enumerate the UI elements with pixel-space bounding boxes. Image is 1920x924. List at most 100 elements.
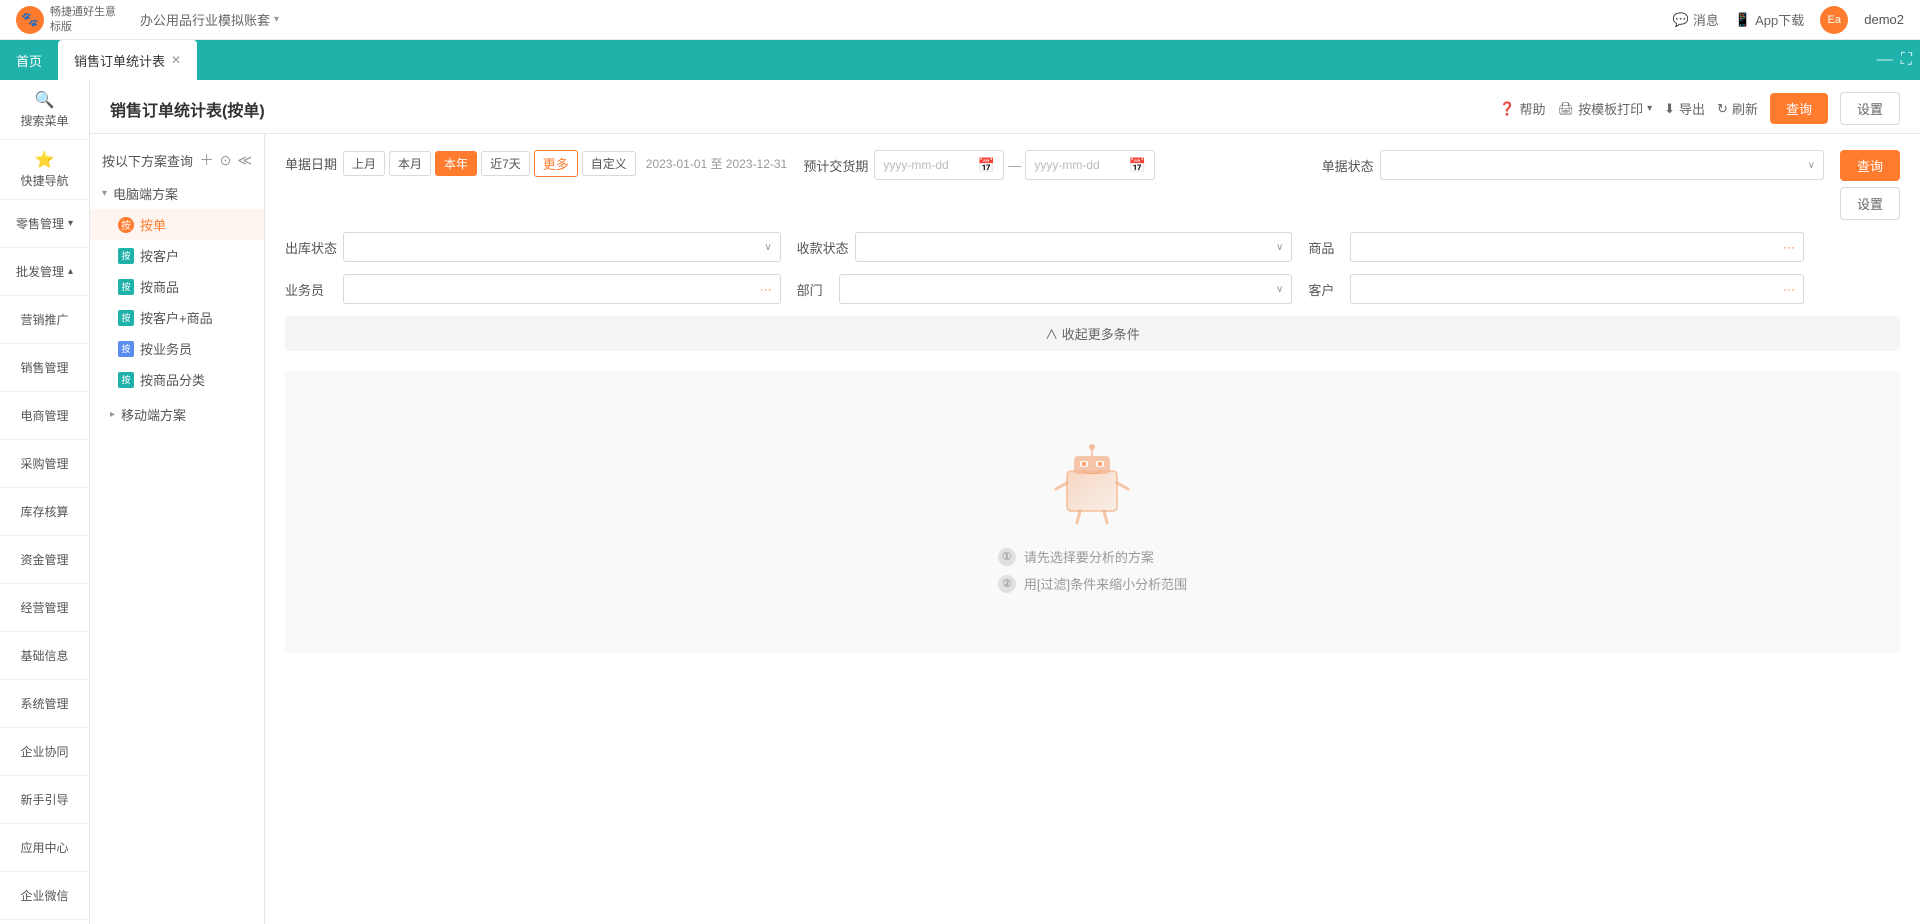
main-layout: 🔍 搜索菜单 ⭐ 快捷导航 零售管理 ▾ 批发管理 ▴ 营销推广 销售管理 电商…: [0, 80, 1920, 924]
tab-close-icon[interactable]: ✕: [171, 53, 181, 67]
salesperson-input[interactable]: ···: [343, 274, 781, 304]
sidebar-item-member[interactable]: 畅会员: [0, 920, 89, 924]
tree-item-by-goods[interactable]: 按 按商品: [90, 271, 264, 302]
tip-num-1: ①: [998, 548, 1016, 566]
delivery-date-to[interactable]: yyyy-mm-dd 📅: [1025, 150, 1155, 180]
status-select[interactable]: ∨: [1380, 150, 1824, 180]
payment-select[interactable]: ∨: [855, 232, 1293, 262]
tab-home[interactable]: 首页: [0, 40, 58, 80]
tree-parent-desktop[interactable]: ▾ 电脑端方案: [90, 178, 264, 209]
by-order-icon: 按: [118, 217, 134, 233]
username-label: demo2: [1864, 12, 1904, 27]
customer-input[interactable]: ···: [1350, 274, 1804, 304]
out-status-select[interactable]: ∨: [343, 232, 781, 262]
empty-illustration: [1042, 431, 1142, 531]
tip-1: ① 请先选择要分析的方案: [998, 547, 1187, 566]
page-header: 销售订单统计表(按单) ❓ 帮助 🖨 按模板打印 ▾ ⬇ 导出 ↻ 刷新: [90, 80, 1920, 134]
header-right: 💬 消息 📱 App下载 Ea demo2: [1673, 6, 1904, 34]
sidebar-item-guide[interactable]: 新手引导: [0, 776, 89, 824]
content-area: 销售订单统计表(按单) ❓ 帮助 🖨 按模板打印 ▾ ⬇ 导出 ↻ 刷新: [90, 80, 1920, 924]
message-btn[interactable]: 💬 消息: [1673, 10, 1719, 29]
query-button-2[interactable]: 查询: [1840, 150, 1900, 181]
tree-item-by-salesperson[interactable]: 按 按业务员: [90, 333, 264, 364]
by-customer-icon: 按: [118, 248, 134, 264]
out-status-arrow: ∨: [764, 242, 771, 253]
top-header: 🐾 畅捷通好生意 标版 办公用品行业模拟账套 ▾ 💬 消息 📱 App下载 Ea…: [0, 0, 1920, 40]
add-scheme-icon[interactable]: ＋: [200, 150, 214, 170]
collapse-bar[interactable]: ∧ 收起更多条件: [285, 316, 1900, 351]
user-avatar[interactable]: Ea: [1820, 6, 1848, 34]
sidebar-item-marketing[interactable]: 营销推广: [0, 296, 89, 344]
payment-arrow: ∨: [1276, 242, 1283, 253]
sidebar-item-ecommerce[interactable]: 电商管理: [0, 392, 89, 440]
department-arrow: ∨: [1276, 284, 1283, 295]
sidebar-item-app-center[interactable]: 应用中心: [0, 824, 89, 872]
dropdown-arrow-icon: ▾: [274, 14, 279, 25]
tab-bar: 首页 销售订单统计表 ✕ — ⛶: [0, 40, 1920, 80]
calendar-icon-to: 📅: [1129, 157, 1146, 174]
tree-item-by-category[interactable]: 按 按商品分类: [90, 364, 264, 395]
page-actions: ❓ 帮助 🖨 按模板打印 ▾ ⬇ 导出 ↻ 刷新 查询 设置: [1499, 92, 1900, 125]
this-month-btn[interactable]: 本月: [389, 151, 431, 176]
tree-mobile-group[interactable]: ▸ 移动端方案: [90, 399, 264, 430]
collapse-icon[interactable]: ≪: [237, 152, 252, 169]
app-download-btn[interactable]: 📱 App下载: [1735, 10, 1804, 29]
sidebar-item-retail[interactable]: 零售管理 ▾: [0, 200, 89, 248]
last-7-btn[interactable]: 近7天: [481, 151, 530, 176]
mobile-arrow-icon: ▸: [110, 409, 115, 420]
by-cg-icon: 按: [118, 310, 134, 326]
tab-sales-stats[interactable]: 销售订单统计表 ✕: [58, 40, 197, 80]
date-range-text: 2023-01-01 至 2023-12-31: [646, 155, 787, 172]
tree-item-by-customer[interactable]: 按 按客户: [90, 240, 264, 271]
department-label: 部门: [797, 280, 833, 299]
sidebar-item-sales[interactable]: 销售管理: [0, 344, 89, 392]
settings-scheme-icon[interactable]: ⊙: [220, 152, 232, 169]
goods-input[interactable]: ···: [1350, 232, 1804, 262]
sidebar: 🔍 搜索菜单 ⭐ 快捷导航 零售管理 ▾ 批发管理 ▴ 营销推广 销售管理 电商…: [0, 80, 90, 924]
sidebar-item-basic[interactable]: 基础信息: [0, 632, 89, 680]
help-btn[interactable]: ❓ 帮助: [1499, 99, 1545, 118]
delivery-date-from[interactable]: yyyy-mm-dd 📅: [874, 150, 1004, 180]
last-month-btn[interactable]: 上月: [343, 151, 385, 176]
tab-bar-actions: — ⛶: [1877, 51, 1920, 69]
department-select[interactable]: ∨: [839, 274, 1293, 304]
settings-button-2[interactable]: 设置: [1840, 187, 1900, 220]
industry-dropdown[interactable]: 办公用品行业模拟账套 ▾: [140, 10, 279, 29]
sidebar-item-finance[interactable]: 资金管理: [0, 536, 89, 584]
sidebar-item-purchase[interactable]: 采购管理: [0, 440, 89, 488]
sidebar-item-inventory[interactable]: 库存核算: [0, 488, 89, 536]
print-icon: 🖨: [1558, 101, 1575, 117]
this-year-btn[interactable]: 本年: [435, 151, 477, 176]
maximize-icon[interactable]: ⛶: [1901, 51, 1912, 69]
more-btn[interactable]: 更多: [534, 150, 578, 177]
sidebar-item-wechat[interactable]: 企业微信: [0, 872, 89, 920]
sidebar-item-enterprise[interactable]: 企业协同: [0, 728, 89, 776]
date-label: 单据日期: [285, 154, 337, 173]
customer-label: 客户: [1308, 280, 1344, 299]
tree-item-by-customer-goods[interactable]: 按 按客户+商品: [90, 302, 264, 333]
tree-desktop-group: ▾ 电脑端方案 按 按单 按 按客户 按 按商品: [90, 178, 264, 395]
status-arrow-icon: ∨: [1808, 160, 1815, 171]
tree-item-by-order[interactable]: 按 按单: [90, 209, 264, 240]
export-btn[interactable]: ⬇ 导出: [1664, 99, 1705, 118]
custom-btn[interactable]: 自定义: [582, 151, 636, 176]
tip-2: ② 用[过滤]条件来缩小分析范围: [998, 574, 1187, 593]
query-button[interactable]: 查询: [1770, 93, 1828, 124]
template-print-btn[interactable]: 🖨 按模板打印 ▾: [1558, 99, 1653, 118]
salesperson-label: 业务员: [285, 280, 337, 299]
logo-icon: 🐾: [16, 6, 44, 34]
sidebar-item-operations[interactable]: 经营管理: [0, 584, 89, 632]
sidebar-item-system[interactable]: 系统管理: [0, 680, 89, 728]
main-content: 按以下方案查询 ＋ ⊙ ≪ ▾ 电脑端方案 按 按单: [90, 134, 1920, 924]
sidebar-item-search[interactable]: 🔍 搜索菜单: [0, 80, 89, 140]
panel-title: 按以下方案查询 ＋ ⊙ ≪: [90, 146, 264, 178]
sidebar-item-quick-nav[interactable]: ⭐ 快捷导航: [0, 140, 89, 200]
date-separator: —: [1008, 158, 1021, 173]
filter-panel: 单据日期 上月 本月 本年 近7天 更多 自定义 2023-01-01 至 20…: [265, 134, 1920, 924]
page-title: 销售订单统计表(按单): [110, 97, 265, 121]
settings-button[interactable]: 设置: [1840, 92, 1900, 125]
refresh-btn[interactable]: ↻ 刷新: [1717, 99, 1758, 118]
minimize-icon[interactable]: —: [1877, 51, 1893, 69]
sidebar-item-wholesale[interactable]: 批发管理 ▴: [0, 248, 89, 296]
calendar-icon-from: 📅: [978, 157, 995, 174]
